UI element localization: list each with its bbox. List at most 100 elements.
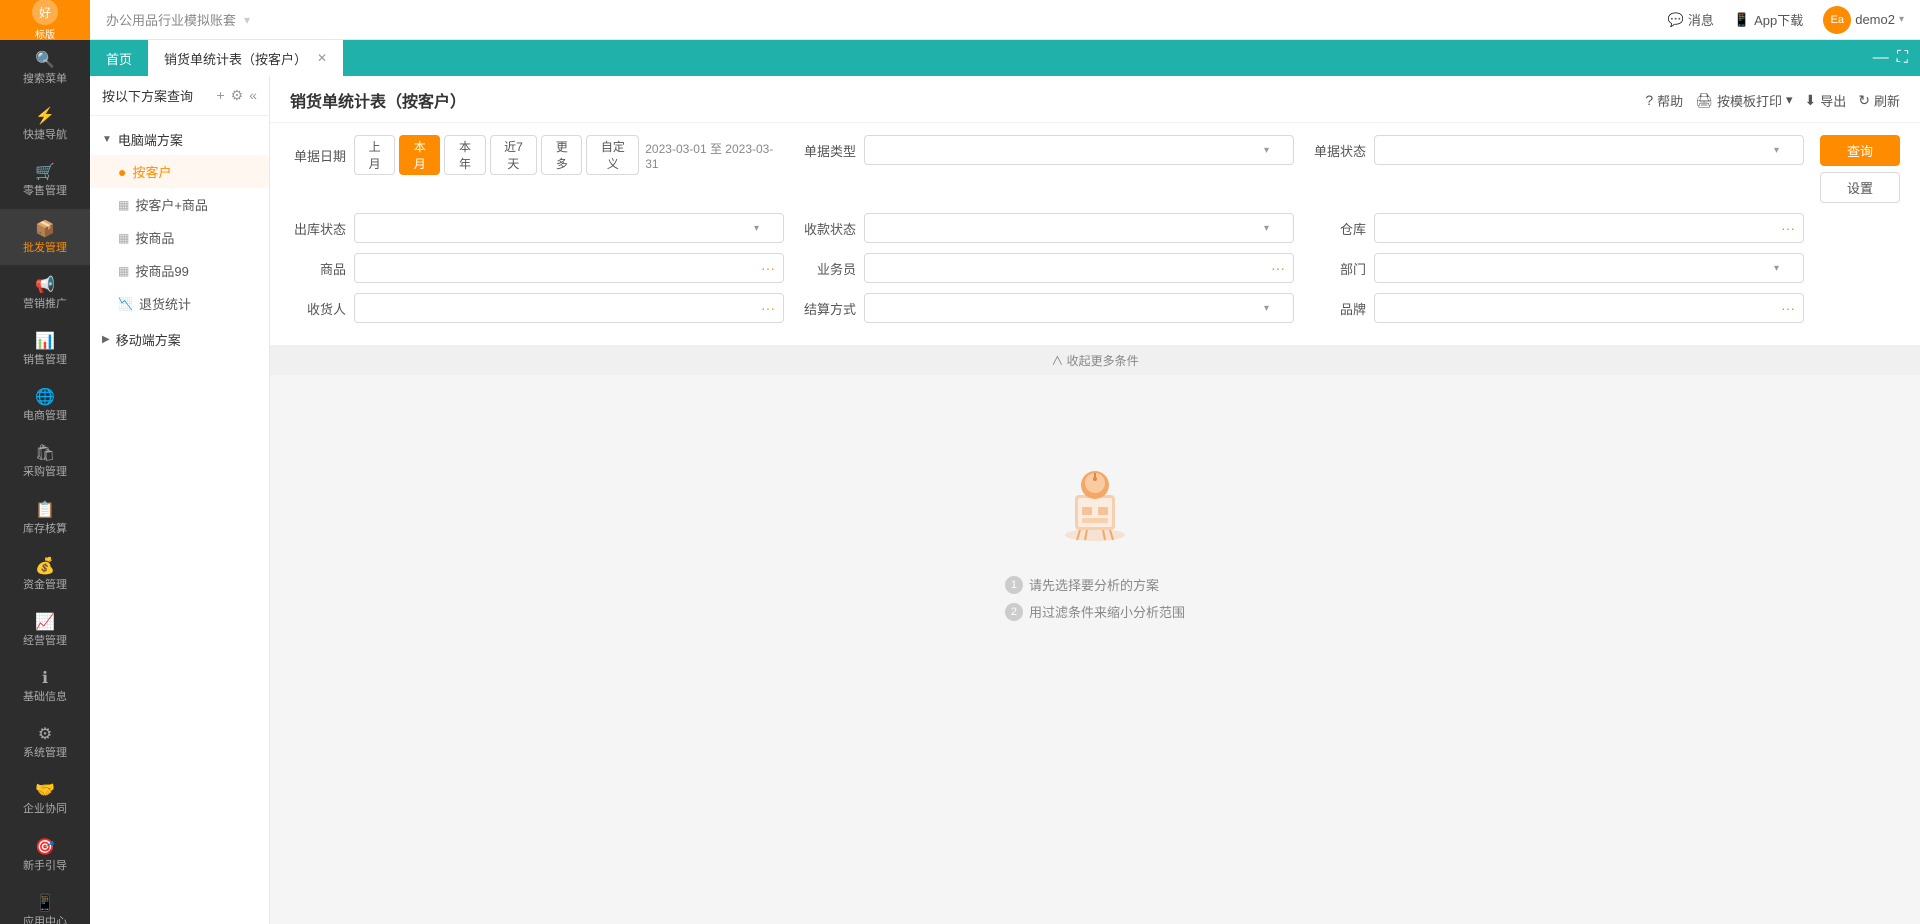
last-month-btn[interactable]: 上月 bbox=[354, 135, 395, 175]
tree-item-by-product[interactable]: ▦ 按商品 bbox=[90, 221, 269, 254]
sidebar-item-label: 快捷导航 bbox=[23, 129, 67, 142]
sidebar-item-system-mgmt[interactable]: ⚙ 系统管理 bbox=[0, 714, 90, 770]
warehouse-input[interactable]: ··· bbox=[1374, 213, 1804, 243]
salesman-label: 业务员 bbox=[800, 259, 856, 278]
sales-stats-tab-label: 销货单统计表（按客户） bbox=[164, 49, 307, 68]
receipt-status-select[interactable]: ▾ bbox=[864, 213, 1294, 243]
wholesale-mgmt-icon: 📦 bbox=[35, 219, 55, 239]
doc-type-select[interactable]: ▾ bbox=[864, 135, 1294, 165]
receiver-input[interactable]: ··· bbox=[354, 293, 784, 323]
settlement-label: 结算方式 bbox=[800, 299, 856, 318]
desktop-arrow-icon: ▼ bbox=[102, 134, 112, 145]
operations-icon: 📈 bbox=[35, 612, 55, 632]
sidebar-item-sales-mgmt[interactable]: 📊 销售管理 bbox=[0, 321, 90, 377]
sidebar-item-app-center[interactable]: 📱 应用中心 bbox=[0, 883, 90, 924]
product-more-btn[interactable]: ··· bbox=[761, 260, 775, 276]
sidebar-item-ecommerce[interactable]: 🌐 电商管理 bbox=[0, 377, 90, 433]
refresh-icon: ↻ bbox=[1858, 92, 1870, 109]
tab-minimize-btn[interactable]: — bbox=[1873, 49, 1889, 67]
custom-date-btn[interactable]: 自定义 bbox=[586, 135, 639, 175]
refresh-btn[interactable]: ↻ 刷新 bbox=[1858, 91, 1900, 110]
print-btn[interactable]: 🖨 按模板打印 ▾ bbox=[1695, 91, 1792, 110]
sidebar-item-enterprise[interactable]: 🤝 企业协同 bbox=[0, 770, 90, 826]
sidebar-item-basic-info[interactable]: ℹ 基础信息 bbox=[0, 658, 90, 714]
mobile-group-label[interactable]: ▶ 移动端方案 bbox=[90, 324, 269, 355]
brand-input[interactable]: ··· bbox=[1374, 293, 1804, 323]
tab-close-btn[interactable]: ✕ bbox=[317, 51, 327, 65]
mobile-group-name: 移动端方案 bbox=[116, 330, 181, 349]
tab-sales-stats[interactable]: 销货单统计表（按客户） ✕ bbox=[148, 40, 343, 76]
scheme-settings-btn[interactable]: ⚙ bbox=[231, 87, 244, 104]
tab-bar: 首页 销货单统计表（按客户） ✕ — ⛶ bbox=[90, 40, 1920, 76]
purchase-mgmt-icon: 🛍 bbox=[35, 443, 55, 463]
sidebar-item-newbie[interactable]: 🎯 新手引导 bbox=[0, 827, 90, 883]
settlement-select[interactable]: ▾ bbox=[864, 293, 1294, 323]
doc-status-label: 单据状态 bbox=[1310, 141, 1366, 160]
refresh-label: 刷新 bbox=[1874, 91, 1900, 110]
sidebar-item-label: 资金管理 bbox=[23, 579, 67, 592]
collapse-label: 收起更多条件 bbox=[1067, 354, 1139, 368]
salesman-input[interactable]: ··· bbox=[864, 253, 1294, 283]
dropdown-arrow-industry[interactable]: ▾ bbox=[244, 13, 250, 27]
basic-info-icon: ℹ bbox=[42, 668, 48, 688]
receiver-label: 收货人 bbox=[290, 299, 346, 318]
product-input[interactable]: ··· bbox=[354, 253, 784, 283]
sidebar-item-inventory[interactable]: 📋 库存核算 bbox=[0, 490, 90, 546]
doc-status-select[interactable]: ▾ bbox=[1374, 135, 1804, 165]
tree-item-by-product-99[interactable]: ▦ 按商品99 bbox=[90, 254, 269, 287]
app-download-action[interactable]: 📱 App下载 bbox=[1734, 10, 1803, 29]
tab-maximize-btn[interactable]: ⛶ bbox=[1897, 49, 1908, 67]
collapse-bar[interactable]: ∧ 收起更多条件 bbox=[270, 346, 1920, 375]
sidebar-logo[interactable]: 好 标版 bbox=[0, 0, 90, 40]
tree-item-by-customer[interactable]: ● 按客户 bbox=[90, 155, 269, 188]
out-status-select[interactable]: ▾ bbox=[354, 213, 784, 243]
home-tab-label: 首页 bbox=[106, 49, 132, 68]
query-btn[interactable]: 查询 bbox=[1820, 135, 1900, 166]
dept-label: 部门 bbox=[1310, 259, 1366, 278]
tree-item-label: 按客户 bbox=[132, 162, 171, 181]
sidebar-item-quick-nav[interactable]: ⚡ 快捷导航 bbox=[0, 96, 90, 152]
this-year-btn[interactable]: 本年 bbox=[444, 135, 485, 175]
sidebar-item-marketing[interactable]: 📢 营销推广 bbox=[0, 265, 90, 321]
brand-more-btn[interactable]: ··· bbox=[1781, 300, 1795, 316]
quick-nav-icon: ⚡ bbox=[35, 106, 55, 126]
sidebar-item-label: 应用中心 bbox=[23, 916, 67, 924]
sidebar-item-purchase-mgmt[interactable]: 🛍 采购管理 bbox=[0, 433, 90, 489]
tree-item-return-stats[interactable]: 📉 退货统计 bbox=[90, 287, 269, 320]
this-month-btn[interactable]: 本月 bbox=[399, 135, 440, 175]
sidebar-item-retail-mgmt[interactable]: 🛒 零售管理 bbox=[0, 152, 90, 208]
add-scheme-btn[interactable]: + bbox=[216, 87, 224, 104]
tab-home[interactable]: 首页 bbox=[90, 40, 148, 76]
hint-num-1: 1 bbox=[1005, 576, 1023, 594]
download-icon: 📱 bbox=[1734, 12, 1750, 28]
date-label: 单据日期 bbox=[290, 146, 346, 165]
export-btn[interactable]: ⬇ 导出 bbox=[1805, 91, 1847, 110]
message-action[interactable]: 💬 消息 bbox=[1668, 10, 1714, 29]
main-layout: 按以下方案查询 + ⚙ « ▼ 电脑端方案 ● 按客户 ▦ bbox=[90, 76, 1920, 924]
sidebar-item-search-menu[interactable]: 🔍 搜索菜单 bbox=[0, 40, 90, 96]
customer-product-icon: ▦ bbox=[118, 198, 129, 212]
help-btn[interactable]: ? 帮助 bbox=[1645, 91, 1683, 110]
empty-hint-1: 1 请先选择要分析的方案 bbox=[1005, 575, 1185, 594]
tree-item-by-customer-product[interactable]: ▦ 按客户+商品 bbox=[90, 188, 269, 221]
warehouse-more-btn[interactable]: ··· bbox=[1781, 220, 1795, 236]
settlement-arrow: ▾ bbox=[1264, 303, 1269, 314]
dept-select[interactable]: ▾ bbox=[1374, 253, 1804, 283]
desktop-group-label[interactable]: ▼ 电脑端方案 bbox=[90, 124, 269, 155]
hint-num-2: 2 bbox=[1005, 603, 1023, 621]
sidebar-item-finance[interactable]: 💰 资金管理 bbox=[0, 546, 90, 602]
hint-text-1: 请先选择要分析的方案 bbox=[1029, 575, 1159, 594]
export-icon: ⬇ bbox=[1805, 92, 1817, 109]
last-7days-btn[interactable]: 近7天 bbox=[490, 135, 538, 175]
settings-btn[interactable]: 设置 bbox=[1820, 172, 1900, 203]
newbie-icon: 🎯 bbox=[35, 837, 55, 857]
user-profile[interactable]: Ea demo2 ▾ bbox=[1823, 6, 1904, 34]
receiver-more-btn[interactable]: ··· bbox=[761, 300, 775, 316]
more-date-btn[interactable]: 更多 bbox=[541, 135, 582, 175]
sidebar-item-wholesale-mgmt[interactable]: 📦 批发管理 bbox=[0, 209, 90, 265]
collapse-panel-btn[interactable]: « bbox=[249, 87, 257, 104]
salesman-more-btn[interactable]: ··· bbox=[1271, 260, 1285, 276]
header-left: 办公用品行业模拟账套 ▾ bbox=[106, 10, 250, 29]
sidebar-item-operations[interactable]: 📈 经营管理 bbox=[0, 602, 90, 658]
sidebar-item-label: 基础信息 bbox=[23, 691, 67, 704]
